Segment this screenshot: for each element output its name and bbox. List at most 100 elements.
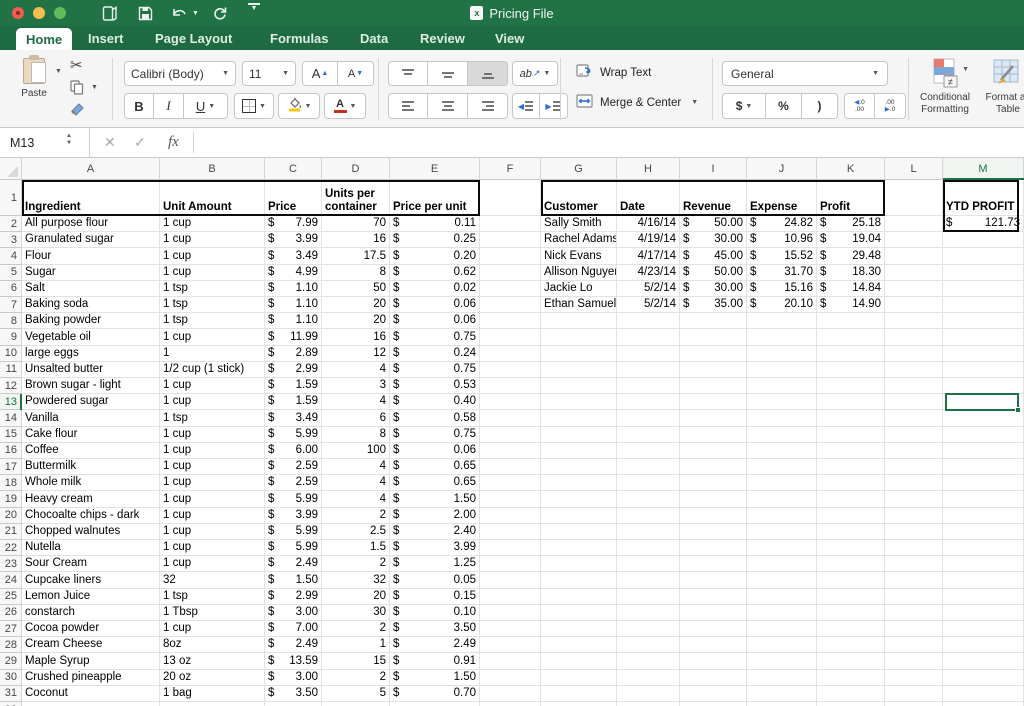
- cell-B15[interactable]: 1 cup: [160, 427, 265, 443]
- cell-F18[interactable]: [480, 475, 541, 491]
- cell-H11[interactable]: [617, 362, 680, 378]
- tab-page-layout[interactable]: Page Layout: [145, 26, 242, 50]
- cell-M3[interactable]: [943, 232, 1024, 248]
- cell-A18[interactable]: Whole milk: [22, 475, 160, 491]
- cell-I8[interactable]: [680, 313, 747, 329]
- cell-E28[interactable]: $2.49: [390, 637, 480, 653]
- row-header-6[interactable]: 6: [0, 281, 22, 297]
- cell-M1[interactable]: YTD PROFIT: [943, 180, 1024, 216]
- cell-I10[interactable]: [680, 346, 747, 362]
- cell-A25[interactable]: Lemon Juice: [22, 589, 160, 605]
- cell-I4[interactable]: $45.00: [680, 248, 747, 264]
- cell-H16[interactable]: [617, 443, 680, 459]
- cell-C12[interactable]: $1.59: [265, 378, 322, 394]
- cell-B27[interactable]: 1 cup: [160, 621, 265, 637]
- row-header-27[interactable]: 27: [0, 621, 22, 637]
- row-header-5[interactable]: 5: [0, 265, 22, 281]
- cell-H15[interactable]: [617, 427, 680, 443]
- cell-G20[interactable]: [541, 508, 617, 524]
- cell-C1[interactable]: Price: [265, 180, 322, 216]
- cell-H26[interactable]: [617, 605, 680, 621]
- cell-L1[interactable]: [885, 180, 943, 216]
- cell-C22[interactable]: $5.99: [265, 540, 322, 556]
- cell-M9[interactable]: [943, 329, 1024, 345]
- cell-E1[interactable]: Price per unit: [390, 180, 480, 216]
- col-header-A[interactable]: A: [22, 158, 160, 180]
- cell-H18[interactable]: [617, 475, 680, 491]
- align-middle-button[interactable]: [428, 61, 468, 86]
- cell-G4[interactable]: Nick Evans: [541, 248, 617, 264]
- cell-B9[interactable]: 1 cup: [160, 329, 265, 345]
- cell-J4[interactable]: $15.52: [747, 248, 817, 264]
- col-header-G[interactable]: G: [541, 158, 617, 180]
- tab-data[interactable]: Data: [350, 26, 398, 50]
- row-header-15[interactable]: 15: [0, 427, 22, 443]
- cell-K7[interactable]: $14.90: [817, 297, 885, 313]
- cell-L3[interactable]: [885, 232, 943, 248]
- row-header-14[interactable]: 14: [0, 410, 22, 426]
- cell-J15[interactable]: [747, 427, 817, 443]
- cell-H3[interactable]: 4/19/14: [617, 232, 680, 248]
- cell-E20[interactable]: $2.00: [390, 508, 480, 524]
- cell-K31[interactable]: [817, 686, 885, 702]
- cell-F17[interactable]: [480, 459, 541, 475]
- row-header-24[interactable]: 24: [0, 572, 22, 588]
- borders-button[interactable]: ▼: [234, 93, 274, 119]
- cell-F29[interactable]: [480, 653, 541, 669]
- cell-M25[interactable]: [943, 589, 1024, 605]
- cell-C5[interactable]: $4.99: [265, 265, 322, 281]
- cell-H32[interactable]: [617, 702, 680, 706]
- cell-F4[interactable]: [480, 248, 541, 264]
- cell-C19[interactable]: $5.99: [265, 491, 322, 507]
- cell-G28[interactable]: [541, 637, 617, 653]
- cell-I18[interactable]: [680, 475, 747, 491]
- cell-H4[interactable]: 4/17/14: [617, 248, 680, 264]
- cell-D28[interactable]: 1: [322, 637, 390, 653]
- active-cell-selection[interactable]: [945, 393, 1019, 411]
- cell-D7[interactable]: 20: [322, 297, 390, 313]
- cell-J31[interactable]: [747, 686, 817, 702]
- cell-J3[interactable]: $10.96: [747, 232, 817, 248]
- row-header-8[interactable]: 8: [0, 313, 22, 329]
- cell-A30[interactable]: Crushed pineapple: [22, 670, 160, 686]
- cell-J23[interactable]: [747, 556, 817, 572]
- cell-B13[interactable]: 1 cup: [160, 394, 265, 410]
- cell-G24[interactable]: [541, 572, 617, 588]
- cell-C2[interactable]: $7.99: [265, 216, 322, 232]
- cell-A28[interactable]: Cream Cheese: [22, 637, 160, 653]
- cell-H2[interactable]: 4/16/14: [617, 216, 680, 232]
- cell-C32[interactable]: [265, 702, 322, 706]
- cell-J24[interactable]: [747, 572, 817, 588]
- align-bottom-button[interactable]: [468, 61, 508, 86]
- cell-L8[interactable]: [885, 313, 943, 329]
- cell-H23[interactable]: [617, 556, 680, 572]
- cell-C27[interactable]: $7.00: [265, 621, 322, 637]
- cell-H27[interactable]: [617, 621, 680, 637]
- decrease-font-size-button[interactable]: A▼: [338, 61, 374, 86]
- cell-K32[interactable]: [817, 702, 885, 706]
- cell-G6[interactable]: Jackie Lo: [541, 281, 617, 297]
- cell-B16[interactable]: 1 cup: [160, 443, 265, 459]
- cell-H21[interactable]: [617, 524, 680, 540]
- cell-D18[interactable]: 4: [322, 475, 390, 491]
- cell-I22[interactable]: [680, 540, 747, 556]
- cell-B14[interactable]: 1 tsp: [160, 410, 265, 426]
- cell-F14[interactable]: [480, 410, 541, 426]
- cell-L13[interactable]: [885, 394, 943, 410]
- cell-F12[interactable]: [480, 378, 541, 394]
- cell-K9[interactable]: [817, 329, 885, 345]
- cell-I13[interactable]: [680, 394, 747, 410]
- cell-A21[interactable]: Chopped walnutes: [22, 524, 160, 540]
- cell-C30[interactable]: $3.00: [265, 670, 322, 686]
- cell-B31[interactable]: 1 bag: [160, 686, 265, 702]
- cell-D29[interactable]: 15: [322, 653, 390, 669]
- row-header-9[interactable]: 9: [0, 329, 22, 345]
- cell-K10[interactable]: [817, 346, 885, 362]
- cell-D5[interactable]: 8: [322, 265, 390, 281]
- cell-I30[interactable]: [680, 670, 747, 686]
- cell-G11[interactable]: [541, 362, 617, 378]
- cell-F8[interactable]: [480, 313, 541, 329]
- cell-D27[interactable]: 2: [322, 621, 390, 637]
- cell-G23[interactable]: [541, 556, 617, 572]
- cell-J2[interactable]: $24.82: [747, 216, 817, 232]
